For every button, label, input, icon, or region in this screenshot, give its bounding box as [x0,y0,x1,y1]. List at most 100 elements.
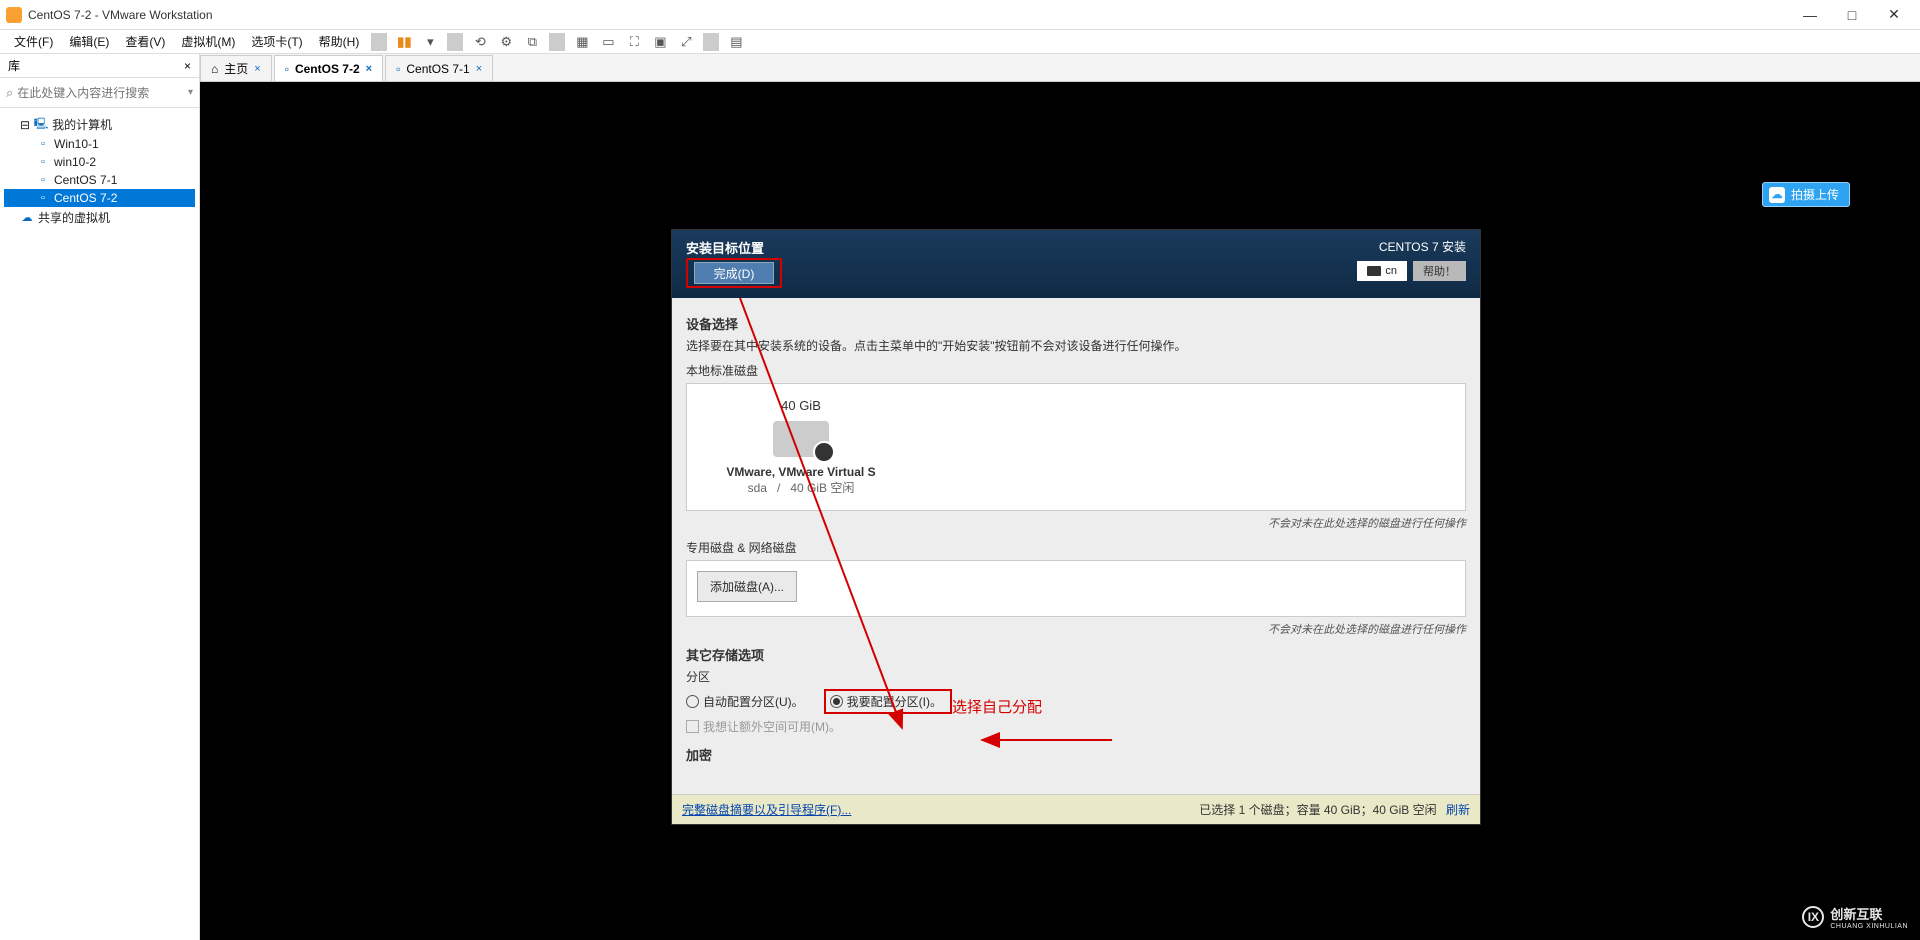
local-disks-heading: 本地标准磁盘 [686,362,1466,379]
vm-tab-icon: ▫ [396,62,400,76]
upload-badge[interactable]: ☁ 拍摄上传 [1762,182,1850,207]
keyboard-icon [1367,266,1381,276]
tab-home[interactable]: ⌂ 主页 × [200,55,272,81]
installer-body: 设备选择 选择要在其中安装系统的设备。点击主菜单中的"开始安装"按钮前不会对该设… [672,298,1480,794]
separator [447,33,463,51]
menu-vm[interactable]: 虚拟机(M) [173,30,243,53]
partition-options: 自动配置分区(U)。 我要配置分区(I)。 [686,689,1466,714]
disk-name-label: VMware, VMware Virtual S [701,465,901,479]
tree-root-my-computer[interactable]: ⊟ 🖳 我的计算机 [4,114,195,135]
maximize-button[interactable]: □ [1832,2,1872,28]
library-search: ⌕ ▾ [0,78,199,108]
computer-icon: 🖳 [34,118,48,132]
tab-centos-7-2[interactable]: ▫ CentOS 7-2 × [274,55,383,81]
home-icon: ⌂ [211,62,218,76]
centos-installer-panel: 安装目标位置 完成(D) CENTOS 7 安装 cn 帮助！ 设备选择 选择要… [672,230,1480,824]
separator [549,33,565,51]
disk-size-label: 40 GiB [701,398,901,413]
tool-unity-icon[interactable]: ▭ [597,31,619,53]
vm-icon: ▫ [36,155,50,169]
menu-view[interactable]: 查看(V) [117,30,173,53]
annotation-text: 选择自己分配 [952,696,1042,717]
installer-footer: 完整磁盘摘要以及引导程序(F)... 已选择 1 个磁盘；容量 40 GiB；4… [672,794,1480,824]
encrypt-heading: 加密 [686,745,1466,764]
vm-icon: ▫ [36,173,50,187]
help-button[interactable]: 帮助！ [1413,261,1466,281]
tool-screenshot-icon[interactable]: ⧉ [521,31,543,53]
minimize-button[interactable]: — [1790,2,1830,28]
disk-free-label: sda / 40 GiB 空闲 [701,479,901,496]
add-disk-button[interactable]: 添加磁盘(A)... [697,571,797,602]
radio-icon [830,695,843,708]
special-disks-heading: 专用磁盘 & 网络磁盘 [686,539,1466,556]
disk-icon [773,421,829,457]
device-selection-desc: 选择要在其中安装系统的设备。点击主菜单中的"开始安装"按钮前不会对该设备进行任何… [686,337,1466,354]
radio-manual-partition[interactable]: 我要配置分区(I)。 [824,689,952,714]
refresh-link[interactable]: 刷新 [1446,803,1470,817]
other-storage-heading: 其它存储选项 [686,645,1466,664]
tool-fit-icon[interactable]: ▣ [649,31,671,53]
search-input[interactable] [17,86,184,100]
local-disks-container: 40 GiB VMware, VMware Virtual S sda / 40… [686,383,1466,511]
library-close-icon[interactable]: × [184,59,191,73]
installer-title: 安装目标位置 [686,238,1466,257]
close-button[interactable]: ✕ [1874,2,1914,28]
separator [703,33,719,51]
tab-close-icon[interactable]: × [366,63,372,75]
installer-header: 安装目标位置 完成(D) CENTOS 7 安装 cn 帮助！ [672,230,1480,298]
tool-library-icon[interactable]: ▤ [725,31,747,53]
tree-item-centos-7-1[interactable]: ▫ CentOS 7-1 [4,171,195,189]
vm-tabbar: ⌂ 主页 × ▫ CentOS 7-2 × ▫ CentOS 7-1 × [200,54,1920,82]
vmware-icon [6,7,22,23]
tab-close-icon[interactable]: × [254,63,260,75]
vm-icon: ▫ [36,191,50,205]
radio-icon [686,695,699,708]
installer-status: 已选择 1 个磁盘；容量 40 GiB；40 GiB 空闲 刷新 [1199,801,1470,818]
watermark-logo-icon: IX [1802,906,1824,928]
search-dropdown-icon[interactable]: ▾ [188,87,193,98]
menu-edit[interactable]: 编辑(E) [61,30,117,53]
tool-snapshot-icon[interactable]: ⟲ [469,31,491,53]
tree-item-win10-1[interactable]: ▫ Win10-1 [4,135,195,153]
separator [371,33,387,51]
shared-icon: ☁ [20,211,34,225]
tree-item-centos-7-2[interactable]: ▫ CentOS 7-2 [4,189,195,207]
special-disks-container: 添加磁盘(A)... [686,560,1466,617]
disk-summary-link[interactable]: 完整磁盘摘要以及引导程序(F)... [682,801,851,818]
special-disks-footnote: 不会对未在此处选择的磁盘进行任何操作 [686,621,1466,637]
menu-bar: 文件(F) 编辑(E) 查看(V) 虚拟机(M) 选项卡(T) 帮助(H) ▮▮… [0,30,1920,54]
watermark: IX 创新互联 CHUANG XINHULIAN [1802,904,1908,930]
menu-file[interactable]: 文件(F) [6,30,61,53]
radio-auto-partition[interactable]: 自动配置分区(U)。 [686,693,804,710]
window-title: CentOS 7-2 - VMware Workstation [28,8,213,22]
library-panel: 库 × ⌕ ▾ ⊟ 🖳 我的计算机 ▫ Win10-1 ▫ win10-2 ▫ [0,54,200,940]
language-selector[interactable]: cn [1357,261,1407,281]
device-selection-heading: 设备选择 [686,314,1466,333]
checkbox-extra-space: 我想让额外空间可用(M)。 [686,718,1466,735]
tool-settings-icon[interactable]: ⚙ [495,31,517,53]
partition-heading: 分区 [686,668,1466,685]
checkbox-icon [686,720,699,733]
tool-fullscreen-icon[interactable]: ⛶ [623,31,645,53]
done-button-highlight: 完成(D) [686,258,782,288]
local-disks-footnote: 不会对未在此处选择的磁盘进行任何操作 [686,515,1466,531]
tool-tiles-icon[interactable]: ▦ [571,31,593,53]
library-tree: ⊟ 🖳 我的计算机 ▫ Win10-1 ▫ win10-2 ▫ CentOS 7… [0,108,199,940]
dropdown-icon[interactable]: ▾ [419,31,441,53]
menu-tabs[interactable]: 选项卡(T) [243,30,310,53]
disk-item-sda[interactable]: 40 GiB VMware, VMware Virtual S sda / 40… [701,398,901,496]
tool-stretch-icon[interactable]: ⤢ [675,31,697,53]
tree-item-win10-2[interactable]: ▫ win10-2 [4,153,195,171]
vm-icon: ▫ [36,137,50,151]
tab-centos-7-1[interactable]: ▫ CentOS 7-1 × [385,55,493,81]
installer-product-label: CENTOS 7 安装 [1357,238,1466,255]
done-button[interactable]: 完成(D) [694,262,774,284]
menu-help[interactable]: 帮助(H) [311,30,368,53]
pause-icon[interactable]: ▮▮ [393,31,415,53]
cloud-icon: ☁ [1769,187,1785,203]
window-titlebar: CentOS 7-2 - VMware Workstation — □ ✕ [0,0,1920,30]
search-icon: ⌕ [6,85,13,101]
collapse-icon: ⊟ [20,118,30,132]
tab-close-icon[interactable]: × [476,63,482,75]
tree-shared-vms[interactable]: ☁ 共享的虚拟机 [4,207,195,228]
